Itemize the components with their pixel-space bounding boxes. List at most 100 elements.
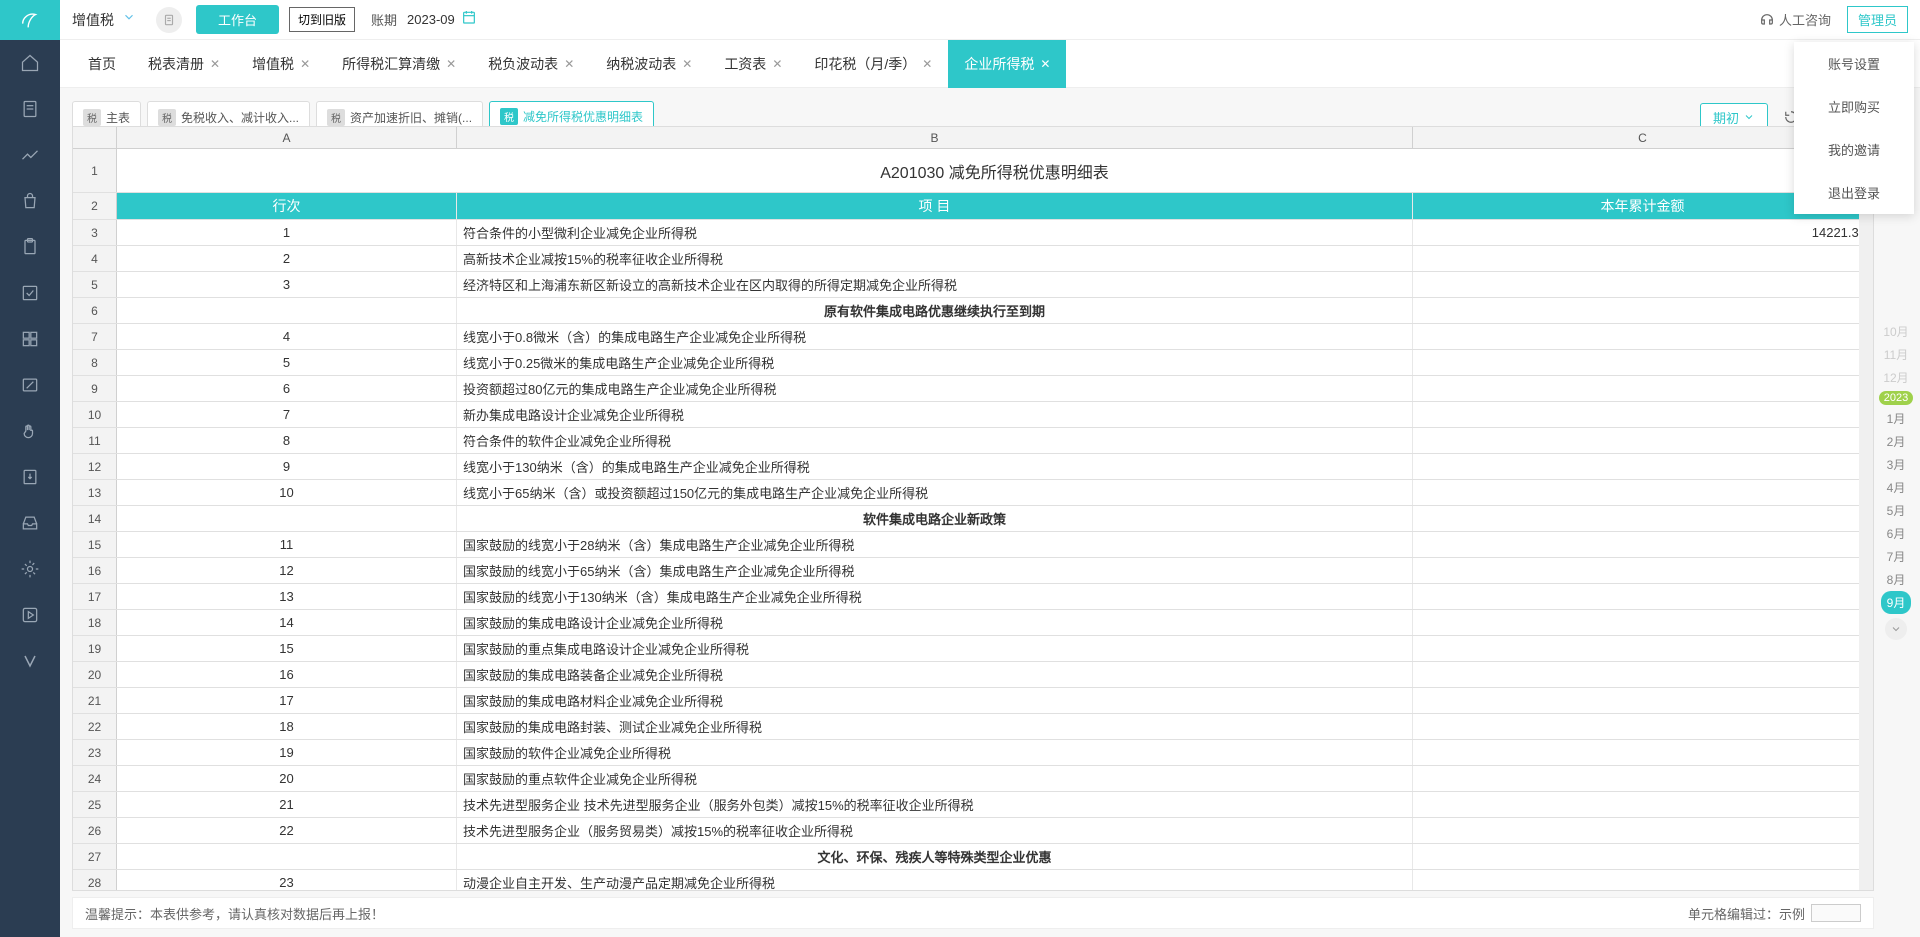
cell-b[interactable]: 国家鼓励的重点集成电路设计企业减免企业所得税 — [457, 636, 1413, 661]
tab-8[interactable]: 企业所得税✕ — [948, 40, 1066, 88]
corner-cell[interactable] — [73, 127, 117, 148]
cell-b[interactable]: 国家鼓励的软件企业减免企业所得税 — [457, 740, 1413, 765]
cell-a[interactable]: 12 — [117, 558, 457, 583]
cell-c[interactable] — [1413, 688, 1873, 713]
month-item[interactable]: 4月 — [1881, 476, 1911, 499]
close-icon[interactable]: ✕ — [564, 57, 574, 71]
nav-chart-icon[interactable] — [0, 132, 60, 178]
cell-a[interactable]: 23 — [117, 870, 457, 890]
cell-b[interactable]: 技术先进型服务企业（服务贸易类）减按15%的税率征收企业所得税 — [457, 818, 1413, 843]
month-item[interactable]: 8月 — [1881, 568, 1911, 591]
close-icon[interactable]: ✕ — [682, 57, 692, 71]
month-item[interactable]: 2月 — [1881, 430, 1911, 453]
month-item[interactable]: 6月 — [1881, 522, 1911, 545]
app-logo[interactable] — [0, 0, 60, 40]
cell-c[interactable] — [1413, 298, 1873, 323]
cell-a[interactable]: 16 — [117, 662, 457, 687]
cell-b[interactable]: 国家鼓励的线宽小于130纳米（含）集成电路生产企业减免企业所得税 — [457, 584, 1413, 609]
calendar-icon[interactable] — [461, 9, 477, 30]
cell-a[interactable]: 20 — [117, 766, 457, 791]
doc-circle-icon[interactable] — [156, 7, 182, 33]
row-number[interactable]: 18 — [73, 610, 117, 635]
row-number[interactable]: 20 — [73, 662, 117, 687]
cell-a[interactable] — [117, 298, 457, 323]
cell-b[interactable]: 文化、环保、残疾人等特殊类型企业优惠 — [457, 844, 1413, 869]
nav-hand-icon[interactable] — [0, 408, 60, 454]
cell-a[interactable]: 2 — [117, 246, 457, 271]
row-number[interactable]: 24 — [73, 766, 117, 791]
cell-c[interactable] — [1413, 844, 1873, 869]
cell-a[interactable] — [117, 844, 457, 869]
header-cell-a[interactable]: 行次 — [117, 193, 457, 219]
cell-b[interactable]: 动漫企业自主开发、生产动漫产品定期减免企业所得税 — [457, 870, 1413, 890]
nav-doc-icon[interactable] — [0, 86, 60, 132]
tab-7[interactable]: 印花税（月/季）✕ — [798, 40, 948, 88]
cell-a[interactable]: 10 — [117, 480, 457, 505]
close-icon[interactable]: ✕ — [300, 57, 310, 71]
cell-a[interactable]: 1 — [117, 220, 457, 245]
cell-c[interactable] — [1413, 740, 1873, 765]
close-icon[interactable]: ✕ — [922, 57, 932, 71]
cell-c[interactable] — [1413, 350, 1873, 375]
row-number[interactable]: 16 — [73, 558, 117, 583]
cell-a[interactable]: 22 — [117, 818, 457, 843]
cell-c[interactable] — [1413, 532, 1873, 557]
nav-bag-icon[interactable] — [0, 178, 60, 224]
cell-a[interactable]: 8 — [117, 428, 457, 453]
row-number[interactable]: 19 — [73, 636, 117, 661]
nav-v-icon[interactable] — [0, 638, 60, 684]
row-number[interactable]: 9 — [73, 376, 117, 401]
row-number[interactable]: 25 — [73, 792, 117, 817]
row-number[interactable]: 26 — [73, 818, 117, 843]
header-dropdown-label[interactable]: 增值税 — [72, 10, 114, 30]
sheet-title[interactable]: A201030 减免所得税优惠明细表 — [117, 149, 1873, 192]
cell-a[interactable]: 19 — [117, 740, 457, 765]
cell-c[interactable]: 14221.38 — [1413, 220, 1873, 245]
cell-b[interactable]: 原有软件集成电路优惠继续执行至到期 — [457, 298, 1413, 323]
cell-c[interactable] — [1413, 506, 1873, 531]
tab-3[interactable]: 所得税汇算清缴✕ — [326, 40, 472, 88]
cell-c[interactable] — [1413, 818, 1873, 843]
cell-c[interactable] — [1413, 324, 1873, 349]
cell-c[interactable] — [1413, 662, 1873, 687]
cell-a[interactable]: 21 — [117, 792, 457, 817]
row-number[interactable]: 10 — [73, 402, 117, 427]
row-number[interactable]: 5 — [73, 272, 117, 297]
cell-b[interactable]: 国家鼓励的线宽小于65纳米（含）集成电路生产企业减免企业所得税 — [457, 558, 1413, 583]
nav-export-icon[interactable] — [0, 454, 60, 500]
cell-c[interactable] — [1413, 584, 1873, 609]
tab-1[interactable]: 税表清册✕ — [132, 40, 236, 88]
vertical-scrollbar[interactable] — [1859, 149, 1873, 890]
row-number[interactable]: 8 — [73, 350, 117, 375]
cell-c[interactable] — [1413, 454, 1873, 479]
row-number[interactable]: 17 — [73, 584, 117, 609]
header-cell-b[interactable]: 项 目 — [457, 193, 1413, 219]
cell-b[interactable]: 软件集成电路企业新政策 — [457, 506, 1413, 531]
cell-b[interactable]: 国家鼓励的线宽小于28纳米（含）集成电路生产企业减免企业所得税 — [457, 532, 1413, 557]
row-number[interactable]: 22 — [73, 714, 117, 739]
nav-check-icon[interactable] — [0, 270, 60, 316]
cell-c[interactable] — [1413, 558, 1873, 583]
month-item[interactable]: 3月 — [1881, 453, 1911, 476]
workspace-button[interactable]: 工作台 — [196, 5, 279, 34]
cell-b[interactable]: 国家鼓励的集成电路装备企业减免企业所得税 — [457, 662, 1413, 687]
cell-c[interactable] — [1413, 480, 1873, 505]
cell-c[interactable] — [1413, 610, 1873, 635]
cell-b[interactable]: 国家鼓励的集成电路材料企业减免企业所得税 — [457, 688, 1413, 713]
cell-a[interactable]: 13 — [117, 584, 457, 609]
cell-b[interactable]: 高新技术企业减按15%的税率征收企业所得税 — [457, 246, 1413, 271]
cell-b[interactable]: 国家鼓励的重点软件企业减免企业所得税 — [457, 766, 1413, 791]
row-number[interactable]: 7 — [73, 324, 117, 349]
cell-c[interactable] — [1413, 272, 1873, 297]
cell-b[interactable]: 符合条件的小型微利企业减免企业所得税 — [457, 220, 1413, 245]
tab-2[interactable]: 增值税✕ — [236, 40, 326, 88]
cell-a[interactable]: 4 — [117, 324, 457, 349]
menu-buy-now[interactable]: 立即购买 — [1794, 85, 1914, 128]
row-number[interactable]: 11 — [73, 428, 117, 453]
row-number[interactable]: 2 — [73, 193, 117, 219]
row-number[interactable]: 3 — [73, 220, 117, 245]
cell-b[interactable]: 符合条件的软件企业减免企业所得税 — [457, 428, 1413, 453]
cell-b[interactable]: 线宽小于65纳米（含）或投资额超过150亿元的集成电路生产企业减免企业所得税 — [457, 480, 1413, 505]
month-item[interactable]: 9月 — [1881, 591, 1911, 614]
row-number[interactable]: 14 — [73, 506, 117, 531]
